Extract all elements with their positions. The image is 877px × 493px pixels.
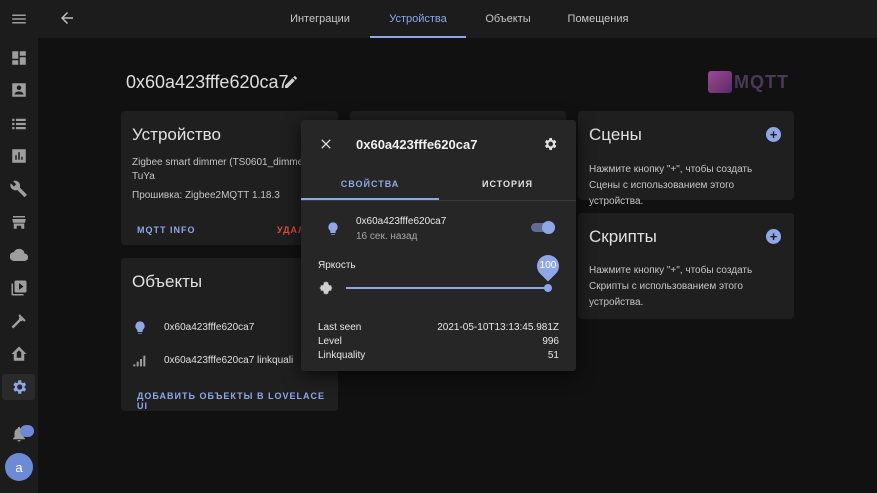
dialog-tab-divider xyxy=(301,200,576,201)
cloud-icon[interactable] xyxy=(9,245,29,265)
account-box-icon[interactable] xyxy=(9,80,29,100)
attribute-key: Linkquality xyxy=(318,350,366,361)
scenes-card: Сцены + Нажмите кнопку "+", чтобы создат… xyxy=(578,111,794,207)
hammer-icon[interactable] xyxy=(9,311,29,331)
edit-pencil-icon[interactable] xyxy=(283,74,299,90)
add-scene-button[interactable]: + xyxy=(766,127,781,142)
tab-history[interactable]: ИСТОРИЯ xyxy=(439,171,576,197)
mqtt-logo: MQTT xyxy=(708,70,796,94)
chart-icon[interactable] xyxy=(9,146,29,166)
sidebar: a xyxy=(0,0,38,493)
tab-devices[interactable]: Устройства xyxy=(370,0,466,38)
scenes-card-text: Нажмите кнопку "+", чтобы создать Сцены … xyxy=(589,164,753,207)
menu-icon[interactable] xyxy=(9,9,29,29)
tab-entities[interactable]: Объекты xyxy=(482,0,534,38)
mqtt-logo-text: MQTT xyxy=(734,71,789,92)
scripts-card: Скрипты + Нажмите кнопку "+", чтобы созд… xyxy=(578,213,794,319)
active-tab-indicator xyxy=(370,36,466,38)
page-title: 0x60a423fffe620ca7 xyxy=(126,72,289,92)
dialog-title: 0x60a423fffe620ca7 xyxy=(356,137,478,152)
entity-row-light[interactable]: 0x60a423fffe620ca7 xyxy=(164,322,254,333)
lightbulb-icon xyxy=(132,320,148,336)
store-icon[interactable] xyxy=(9,212,29,232)
scripts-card-title: Скрипты xyxy=(589,227,657,246)
attribute-key: Level xyxy=(318,336,342,347)
attribute-row-level: Level 996 xyxy=(318,336,559,347)
dashboard-icon[interactable] xyxy=(9,48,29,68)
scenes-card-title: Сцены xyxy=(589,125,642,144)
brightness-slider-track[interactable] xyxy=(346,287,548,289)
attribute-value: 996 xyxy=(542,336,559,347)
brightness-sun-icon xyxy=(318,280,334,296)
mqtt-logo-mark xyxy=(708,71,732,93)
device-manufacturer: TuYa xyxy=(132,171,155,182)
attribute-value: 51 xyxy=(547,350,559,361)
signal-icon xyxy=(132,353,148,369)
wrench-icon[interactable] xyxy=(9,179,29,199)
power-toggle-knob[interactable] xyxy=(542,221,555,234)
close-icon[interactable] xyxy=(318,136,334,152)
add-script-button[interactable]: + xyxy=(766,229,781,244)
list-icon[interactable] xyxy=(9,114,29,134)
dialog-entity-last-changed: 16 сек. назад xyxy=(356,231,418,242)
device-firmware: Прошивка: Zigbee2MQTT 1.18.3 xyxy=(132,190,280,201)
entity-more-info-dialog: 0x60a423fffe620ca7 СВОЙСТВА ИСТОРИЯ 0x60… xyxy=(301,120,576,371)
attribute-row-linkquality: Linkquality 51 xyxy=(318,350,559,361)
settings-icon[interactable] xyxy=(9,377,29,397)
attribute-row-last-seen: Last seen 2021-05-10T13:13:45.981Z xyxy=(318,322,559,333)
tab-integrations[interactable]: Интеграции xyxy=(286,0,354,38)
gear-icon[interactable] xyxy=(542,136,558,152)
mqtt-info-button[interactable]: MQTT INFO xyxy=(137,225,196,235)
device-card-title: Устройство xyxy=(132,125,221,144)
tab-areas[interactable]: Помещения xyxy=(564,0,632,38)
avatar-letter: a xyxy=(15,459,23,475)
tab-properties[interactable]: СВОЙСТВА xyxy=(301,171,439,197)
add-to-lovelace-button[interactable]: ДОБАВИТЬ ОБЪЕКТЫ В LOVELACE UI xyxy=(137,391,338,411)
scripts-card-text: Нажмите кнопку "+", чтобы создать Скрипт… xyxy=(589,265,753,308)
dialog-active-tab-indicator xyxy=(301,198,439,200)
brightness-value: 100 xyxy=(539,260,557,271)
back-arrow-icon[interactable] xyxy=(58,9,78,29)
entities-card-title: Объекты xyxy=(132,272,203,291)
entity-row-linkquality[interactable]: 0x60a423fffe620ca7 linkquali xyxy=(164,355,293,366)
avatar[interactable]: a xyxy=(5,453,33,481)
attribute-key: Last seen xyxy=(318,322,362,333)
attribute-value: 2021-05-10T13:13:45.981Z xyxy=(437,322,559,333)
dialog-entity-name: 0x60a423fffe620ca7 xyxy=(356,216,447,227)
notification-badge xyxy=(20,425,34,437)
brightness-slider-knob[interactable] xyxy=(544,284,552,292)
app-root: a Интеграции Устройства Объекты Помещени… xyxy=(0,0,877,493)
media-icon[interactable] xyxy=(9,278,29,298)
lightbulb-icon xyxy=(325,221,341,237)
top-bar: Интеграции Устройства Объекты Помещения xyxy=(38,0,877,38)
brightness-label: Яркость xyxy=(318,260,356,271)
home-assistant-icon[interactable] xyxy=(9,344,29,364)
